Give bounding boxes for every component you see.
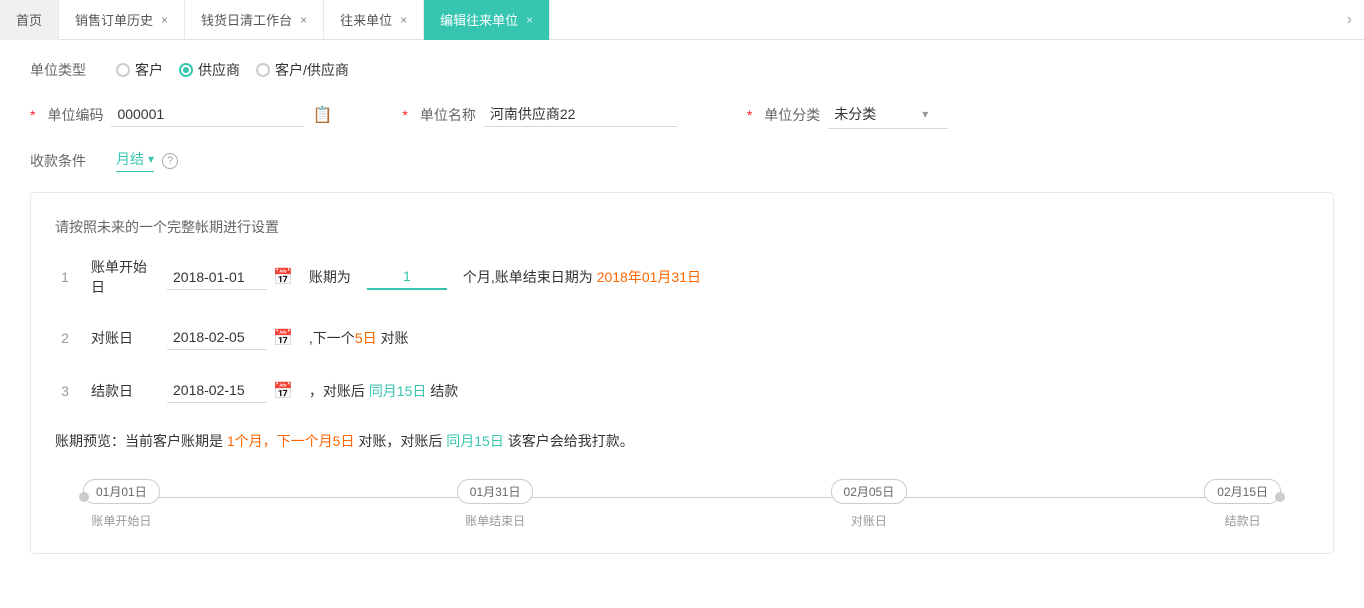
- tab-cashier-label: 钱货日清工作台: [201, 10, 292, 29]
- tab-partner-units-close[interactable]: ×: [400, 13, 407, 27]
- row-3-date-input[interactable]: [167, 378, 267, 403]
- setting-row-2: 2 对账日 📅 ,下一个5日 对账: [55, 325, 1309, 350]
- row-3-num: 3: [55, 383, 75, 399]
- row-1-desc-prefix: 账期为: [309, 267, 351, 287]
- tab-edit-partner-close[interactable]: ×: [526, 13, 533, 27]
- unit-name-label: 单位名称: [420, 105, 476, 125]
- payment-select-wrapper[interactable]: 月结 ▾: [116, 149, 154, 172]
- radio-customer-label: 客户: [135, 60, 163, 80]
- tl-node-1: 01月01日 账单开始日: [83, 479, 160, 529]
- preview-text: 账期预览：当前客户账期是 1个月，下一个月5日 对账，对账后 同月15日 该客户…: [55, 431, 1309, 451]
- row-2-date-input[interactable]: [167, 325, 267, 350]
- row-2-date-field: 📅: [167, 325, 293, 350]
- tab-edit-partner-label: 编辑往来单位: [440, 10, 518, 29]
- main-content: 单位类型 客户 供应商 客户/供应商 * 单位编码 📋 * 单位名称: [0, 40, 1364, 608]
- radio-customer[interactable]: 客户: [116, 60, 163, 80]
- tl-label-1: 账单开始日: [91, 512, 151, 529]
- row-1-date-input[interactable]: [167, 265, 267, 290]
- row-2-label: 对账日: [91, 328, 151, 348]
- row-2-num: 2: [55, 330, 75, 346]
- unit-code-icon[interactable]: 📋: [312, 105, 332, 125]
- tl-badge-4: 02月15日: [1204, 479, 1281, 504]
- tab-sales-history-label: 销售订单历史: [75, 10, 153, 29]
- timeline-right-dot: [1275, 492, 1285, 502]
- row-1-num: 1: [55, 269, 75, 285]
- tl-badge-3: 02月05日: [831, 479, 908, 504]
- unit-category-dropdown[interactable]: 未分类 ▾: [828, 100, 948, 129]
- row-1-label: 账单开始日: [91, 257, 151, 297]
- payment-condition-label: 收款条件: [30, 151, 86, 171]
- unit-code-group: * 单位编码 📋: [30, 102, 332, 127]
- payment-value: 月结: [116, 149, 144, 169]
- tab-cashier[interactable]: 钱货日清工作台 ×: [185, 0, 324, 40]
- tl-node-2: 01月31日 账单结束日: [457, 479, 534, 529]
- tl-badge-2: 01月31日: [457, 479, 534, 504]
- radio-supplier-circle: [179, 63, 193, 77]
- setting-row-3: 3 结款日 📅 ，对账后 同月15日 结款: [55, 378, 1309, 403]
- unit-category-group: * 单位分类 未分类 ▾: [747, 100, 948, 129]
- payment-dropdown-arrow: ▾: [148, 152, 154, 166]
- panel-description: 请按照未来的一个完整帐期进行设置: [55, 217, 1309, 237]
- unit-type-label: 单位类型: [30, 60, 86, 80]
- row-3-date-field: 📅: [167, 378, 293, 403]
- row-1-date-field: 📅: [167, 265, 293, 290]
- preview-middle: 下一个月5日: [277, 433, 355, 449]
- tab-edit-partner[interactable]: 编辑往来单位 ×: [424, 0, 550, 40]
- unit-name-required: *: [402, 107, 407, 123]
- tab-bar: 首页 销售订单历史 × 钱货日清工作台 × 往来单位 × 编辑往来单位 × ›: [0, 0, 1364, 40]
- unit-category-label: 单位分类: [764, 105, 820, 125]
- radio-both-label: 客户/供应商: [275, 60, 349, 80]
- row-3-calendar-icon[interactable]: 📅: [273, 381, 293, 401]
- tl-label-3: 对账日: [851, 512, 887, 529]
- tab-partner-units-label: 往来单位: [340, 10, 392, 29]
- help-icon[interactable]: ?: [162, 153, 178, 169]
- timeline-left-dot: [79, 492, 89, 502]
- setting-row-1: 1 账单开始日 📅 账期为 个月,账单结束日期为 2018年01月31日: [55, 257, 1309, 297]
- unit-code-label: 单位编码: [47, 105, 103, 125]
- row-3-desc: ，对账后 同月15日 结款: [309, 381, 458, 401]
- tab-home-label: 首页: [16, 10, 42, 29]
- radio-supplier-label: 供应商: [198, 60, 240, 80]
- unit-type-radio-group: 客户 供应商 客户/供应商: [116, 60, 349, 80]
- unit-type-row: 单位类型 客户 供应商 客户/供应商: [30, 60, 1334, 80]
- timeline-container: 01月01日 账单开始日 01月31日 账单结束日 02月05日 对账日 02月…: [55, 479, 1309, 529]
- unit-code-input[interactable]: [111, 102, 304, 127]
- preview-period: 1个月，: [227, 433, 277, 449]
- tab-sales-history[interactable]: 销售订单历史 ×: [59, 0, 185, 40]
- timeline-nodes: 01月01日 账单开始日 01月31日 账单结束日 02月05日 对账日 02月…: [65, 479, 1299, 529]
- row-1-calendar-icon[interactable]: 📅: [273, 267, 293, 287]
- tl-label-4: 结款日: [1225, 512, 1261, 529]
- unit-category-value: 未分类: [834, 104, 876, 124]
- timeline-line: [85, 497, 1279, 498]
- tl-badge-1: 01月01日: [83, 479, 160, 504]
- row-1-desc-suffix: 个月,账单结束日期为 2018年01月31日: [463, 267, 701, 287]
- tab-sales-history-close[interactable]: ×: [161, 13, 168, 27]
- tl-label-2: 账单结束日: [465, 512, 525, 529]
- radio-supplier[interactable]: 供应商: [179, 60, 240, 80]
- settings-panel: 请按照未来的一个完整帐期进行设置 1 账单开始日 📅 账期为 个月,账单结束日期…: [30, 192, 1334, 554]
- row-2-calendar-icon[interactable]: 📅: [273, 328, 293, 348]
- tab-cashier-close[interactable]: ×: [300, 13, 307, 27]
- tab-home[interactable]: 首页: [0, 0, 59, 40]
- row-3-label: 结款日: [91, 381, 151, 401]
- tl-node-4: 02月15日 结款日: [1204, 479, 1281, 529]
- unit-name-input[interactable]: [484, 102, 677, 127]
- unit-category-required: *: [747, 107, 752, 123]
- period-input[interactable]: [367, 264, 447, 290]
- row-2-desc: ,下一个5日 对账: [309, 328, 409, 348]
- payment-field: 月结 ▾ ?: [116, 149, 178, 172]
- radio-both-circle: [256, 63, 270, 77]
- unit-info-row: * 单位编码 📋 * 单位名称 * 单位分类 未分类 ▾: [30, 100, 1334, 129]
- tab-partner-units[interactable]: 往来单位 ×: [324, 0, 424, 40]
- unit-name-group: * 单位名称: [402, 102, 676, 127]
- tab-more-arrow[interactable]: ›: [1335, 11, 1364, 29]
- tl-node-3: 02月05日 对账日: [831, 479, 908, 529]
- unit-code-required: *: [30, 107, 35, 123]
- radio-customer-circle: [116, 63, 130, 77]
- unit-category-arrow: ▾: [922, 107, 928, 121]
- payment-condition-row: 收款条件 月结 ▾ ?: [30, 149, 1334, 172]
- radio-both[interactable]: 客户/供应商: [256, 60, 349, 80]
- preview-end: 同月15日: [446, 433, 504, 449]
